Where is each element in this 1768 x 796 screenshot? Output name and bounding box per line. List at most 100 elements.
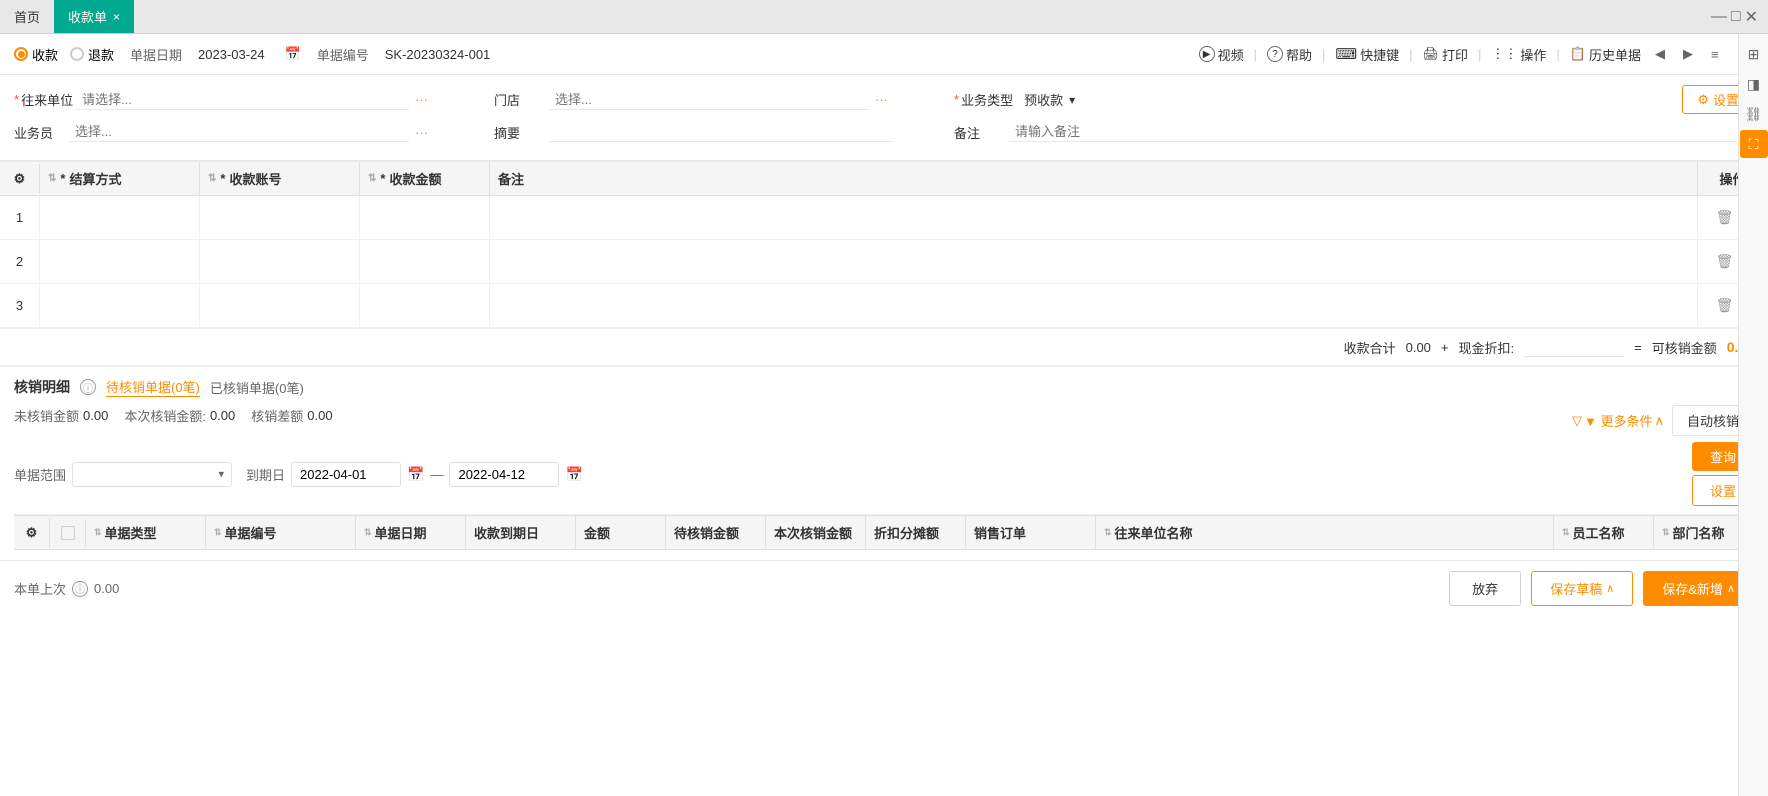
refund-radio[interactable]: 退款 <box>70 45 114 64</box>
salesperson-more-btn[interactable]: ··· <box>409 125 434 140</box>
vth-employee-label: 员工名称 <box>1573 523 1625 542</box>
cal-from-icon[interactable]: 📅 <box>407 466 424 483</box>
summary-field: 摘要 <box>494 122 894 142</box>
row2-num: 2 <box>16 254 23 269</box>
print-label: 打印 <box>1442 45 1468 64</box>
operation-btn[interactable]: ⋮⋮ 操作 <box>1491 45 1546 64</box>
vth-salesorder-label: 销售订单 <box>974 523 1026 542</box>
view-list-btn[interactable]: ≡ <box>1707 45 1723 64</box>
sidebar-icon-3[interactable]: ⛓ <box>1740 100 1768 128</box>
nav-left-btn[interactable]: ◀ <box>1651 44 1669 64</box>
vth-thistime: 本次核销金额 <box>766 516 866 549</box>
main-content: 收款 退款 单据日期 2023-03-24 📅 单据编号 SK-20230324… <box>0 34 1768 796</box>
print-btn[interactable]: 🖨 打印 <box>1422 45 1468 64</box>
vth-type: ⇅ 单据类型 <box>86 516 206 549</box>
bottom-info-icon[interactable]: ⓘ <box>72 581 88 597</box>
row1-delete-icon[interactable]: 🗑 <box>1716 209 1734 226</box>
store-more-btn[interactable]: ··· <box>869 92 894 107</box>
discount-input[interactable] <box>1524 337 1624 357</box>
date-calendar-icon[interactable]: 📅 <box>285 46 301 62</box>
summary-input[interactable] <box>549 122 894 142</box>
sidebar-icon-4[interactable]: ⛶ <box>1740 130 1768 158</box>
sort-icon-amount: ⇅ <box>368 173 376 184</box>
discount-label: 现金折扣: <box>1459 338 1515 357</box>
done-tab[interactable]: 已核销单据(0笔) <box>210 378 304 397</box>
remark-input[interactable] <box>1009 122 1754 142</box>
td-row3-amount[interactable] <box>360 284 490 327</box>
sidebar-icon-1[interactable]: ⊞ <box>1740 40 1768 68</box>
help-btn[interactable]: ? 帮助 <box>1267 45 1312 64</box>
td-row2-settle[interactable] <box>40 240 200 283</box>
minimize-btn[interactable]: — <box>1711 8 1727 26</box>
range-select[interactable] <box>72 462 232 487</box>
bottom-info: 本单上次 ⓘ 0.00 <box>14 579 119 598</box>
tab-bar: 首页 收款单 × — □ ✕ <box>0 0 1768 34</box>
counterpart-more-btn[interactable]: ··· <box>409 92 434 107</box>
shortcut-btn[interactable]: ⌨ 快捷键 <box>1335 45 1399 64</box>
table-row: 3 🗑 ⧉ <box>0 284 1768 328</box>
save-new-label: 保存&新增 <box>1662 579 1723 598</box>
counterpart-input[interactable] <box>76 90 409 110</box>
amount-required: * <box>380 171 385 186</box>
pending-tab[interactable]: 待核销单据(0笔) <box>106 377 200 397</box>
td-row2-account[interactable] <box>200 240 360 283</box>
bottom-bar: 本单上次 ⓘ 0.00 放弃 保存草稿 ∧ 保存&新增 ∧ <box>0 560 1768 616</box>
sort-icon-account: ⇅ <box>208 173 216 184</box>
store-label: 门店 <box>494 90 549 109</box>
sep2: | <box>1322 47 1325 62</box>
salesperson-input[interactable] <box>69 122 409 142</box>
td-row3-account[interactable] <box>200 284 360 327</box>
history-btn[interactable]: 📋 历史单据 <box>1570 45 1641 64</box>
history-icon: 📋 <box>1570 46 1586 62</box>
date-from-input[interactable] <box>291 462 401 487</box>
top-toolbar: 收款 退款 单据日期 2023-03-24 📅 单据编号 SK-20230324… <box>0 34 1768 75</box>
maximize-btn[interactable]: □ <box>1731 8 1741 26</box>
biz-type-dropdown[interactable]: ▾ <box>1069 93 1075 107</box>
td-row1-amount[interactable] <box>360 196 490 239</box>
sidebar-icon-2[interactable]: ◨ <box>1740 70 1768 98</box>
table-header: ⚙ ⇅ * 结算方式 ⇅ * 收款账号 ⇅ * 收款金额 备注 操作 <box>0 162 1768 196</box>
store-input[interactable] <box>549 90 869 110</box>
th-settle: ⇅ * 结算方式 <box>40 162 200 195</box>
video-btn[interactable]: ▶ 视频 <box>1199 45 1244 64</box>
help-label: 帮助 <box>1286 45 1312 64</box>
td-row2-remark[interactable] <box>490 240 1698 283</box>
settings-btn-label: 设置 <box>1713 90 1739 109</box>
more-conditions-btn[interactable]: ▽ ▼ 更多条件 ∧ <box>1572 411 1664 430</box>
td-row3-settle[interactable] <box>40 284 200 327</box>
form-area: * 往来单位 ··· 门店 ··· * 业务类型 预收款 ▾ ⚙ <box>0 75 1768 161</box>
verify-info-icon[interactable]: ⓘ <box>80 379 96 395</box>
tab-home[interactable]: 首页 <box>0 0 54 33</box>
close-btn[interactable]: ✕ <box>1745 7 1758 27</box>
date-value: 2023-03-24 <box>198 47 265 62</box>
tab-receipt-close[interactable]: × <box>113 10 120 24</box>
salesperson-field: 业务员 ··· <box>14 122 434 142</box>
vth-check[interactable] <box>50 519 86 547</box>
td-row1-settle[interactable] <box>40 196 200 239</box>
row3-delete-icon[interactable]: 🗑 <box>1716 297 1734 314</box>
th-settings[interactable]: ⚙ <box>0 164 40 194</box>
nav-right-btn[interactable]: ▶ <box>1679 44 1697 64</box>
cal-to-icon[interactable]: 📅 <box>565 466 582 483</box>
save-draft-btn[interactable]: 保存草稿 ∧ <box>1531 571 1633 606</box>
refund-radio-label: 退款 <box>88 45 114 64</box>
range-label: 单据范围 <box>14 465 66 484</box>
vth-settings[interactable]: ⚙ <box>14 518 50 548</box>
net-label: 可核销金额 <box>1652 338 1717 357</box>
receipt-radio[interactable]: 收款 <box>14 45 58 64</box>
this-time-value: 0.00 <box>210 408 235 423</box>
counterpart-field: * 往来单位 ··· <box>14 90 434 110</box>
tab-receipt[interactable]: 收款单 × <box>54 0 134 33</box>
verify-section: 核销明细 ⓘ 待核销单据(0笔) 已核销单据(0笔) 未核销金额 0.00 本次… <box>0 365 1768 560</box>
video-icon: ▶ <box>1199 46 1215 62</box>
abandon-btn[interactable]: 放弃 <box>1449 571 1521 606</box>
td-row1-remark[interactable] <box>490 196 1698 239</box>
date-to-input[interactable] <box>449 462 559 487</box>
row2-delete-icon[interactable]: 🗑 <box>1716 253 1734 270</box>
td-row1-account[interactable] <box>200 196 360 239</box>
number-label: 单据编号 <box>317 45 369 64</box>
td-row2-amount[interactable] <box>360 240 490 283</box>
td-row3-remark[interactable] <box>490 284 1698 327</box>
td-row2-num: 2 <box>0 240 40 283</box>
unchecked-value: 0.00 <box>83 408 108 423</box>
